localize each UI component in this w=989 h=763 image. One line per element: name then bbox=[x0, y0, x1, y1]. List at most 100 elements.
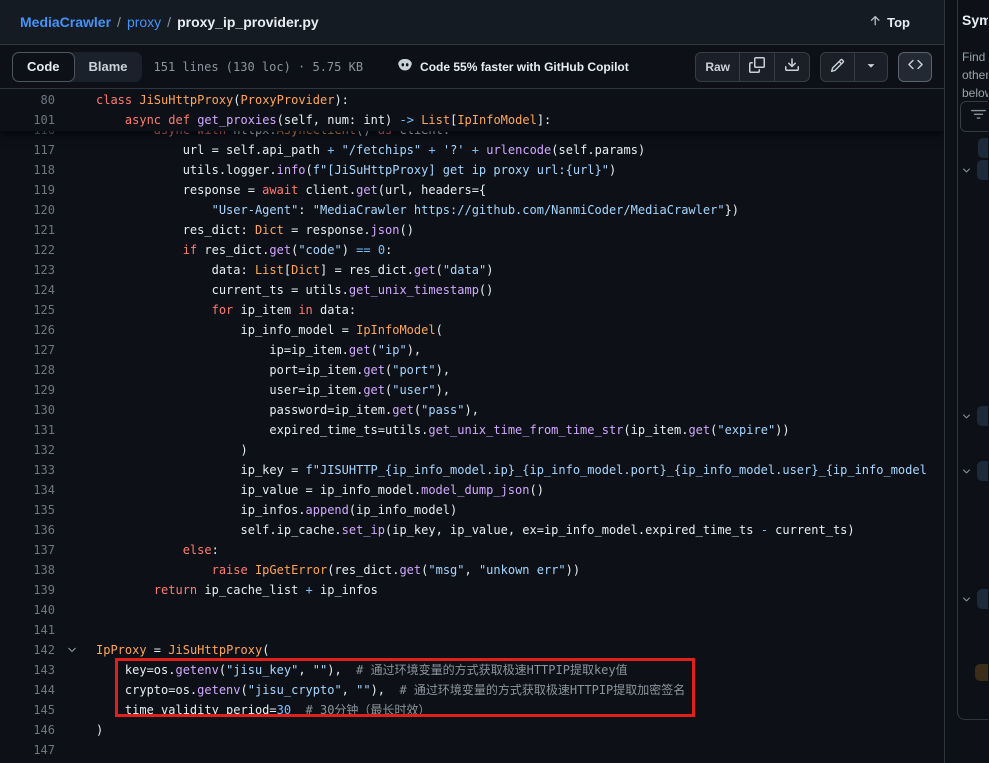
symbols-description-line: other symbols in this file by clicking a… bbox=[962, 66, 988, 84]
tab-code[interactable]: Code bbox=[12, 52, 75, 82]
line-number[interactable]: 80 bbox=[0, 90, 55, 110]
line-number[interactable]: 141 bbox=[0, 620, 55, 640]
symbols-description-line: Find definitions and references for func… bbox=[962, 48, 988, 66]
code-text: time_validity_period=30 # 30分钟（最长时效） bbox=[96, 700, 430, 720]
line-number[interactable]: 143 bbox=[0, 660, 55, 680]
code-text: res_dict: Dict = response.json() bbox=[96, 220, 414, 240]
download-icon bbox=[784, 57, 800, 76]
code-text: response = await client.get(url, headers… bbox=[96, 180, 486, 200]
breadcrumb: MediaCrawler / proxy / proxy_ip_provider… bbox=[20, 14, 319, 30]
sticky-scope-lines: 80class JiSuHttpProxy(ProxyProvider):101… bbox=[0, 89, 944, 131]
line-number[interactable]: 135 bbox=[0, 500, 55, 520]
code-line: 122 if res_dict.get("code") == 0: bbox=[0, 240, 944, 260]
code-text: current_ts = utils.get_unix_timestamp() bbox=[96, 280, 493, 300]
code-text: key=os.getenv("jisu_key", ""), # 通过环境变量的… bbox=[96, 660, 628, 680]
line-number[interactable]: 145 bbox=[0, 700, 55, 720]
breadcrumb-folder-link[interactable]: proxy bbox=[127, 14, 161, 30]
line-number[interactable]: 131 bbox=[0, 420, 55, 440]
code-line: 131 expired_time_ts=utils.get_unix_time_… bbox=[0, 420, 944, 440]
line-number[interactable]: 139 bbox=[0, 580, 55, 600]
gutter-spacer bbox=[55, 700, 96, 720]
copilot-banner[interactable]: Code 55% faster with GitHub Copilot bbox=[397, 57, 629, 76]
code-text: "User-Agent": "MediaCrawler https://gith… bbox=[96, 200, 739, 220]
code-text: utils.logger.info(f"[JiSuHttpProxy] get … bbox=[96, 160, 616, 180]
line-number[interactable]: 146 bbox=[0, 720, 55, 740]
line-number[interactable]: 124 bbox=[0, 280, 55, 300]
line-number[interactable]: 142 bbox=[0, 640, 55, 660]
pencil-icon bbox=[830, 58, 845, 76]
gutter-spacer bbox=[55, 720, 96, 740]
line-number[interactable]: 138 bbox=[0, 560, 55, 580]
arrow-up-icon bbox=[868, 14, 882, 31]
code-line: 118 utils.logger.info(f"[JiSuHttpProxy] … bbox=[0, 160, 944, 180]
line-number[interactable]: 122 bbox=[0, 240, 55, 260]
fold-chevron-icon[interactable] bbox=[55, 640, 96, 660]
code-text: if res_dict.get("code") == 0: bbox=[96, 240, 392, 260]
line-number[interactable]: 133 bbox=[0, 460, 55, 480]
chevron-down-icon bbox=[961, 594, 972, 605]
line-number[interactable]: 126 bbox=[0, 320, 55, 340]
line-number[interactable]: 117 bbox=[0, 140, 55, 160]
code-text: expired_time_ts=utils.get_unix_time_from… bbox=[96, 420, 790, 440]
line-number[interactable]: 119 bbox=[0, 180, 55, 200]
line-number[interactable]: 136 bbox=[0, 520, 55, 540]
symbols-filter-input[interactable] bbox=[960, 101, 988, 132]
line-number[interactable]: 129 bbox=[0, 380, 55, 400]
copy-icon bbox=[749, 57, 765, 76]
line-number[interactable]: 121 bbox=[0, 220, 55, 240]
gutter-spacer bbox=[55, 220, 96, 240]
line-number[interactable]: 134 bbox=[0, 480, 55, 500]
edit-button[interactable] bbox=[821, 53, 854, 81]
line-number[interactable]: 101 bbox=[0, 110, 55, 130]
line-number[interactable]: 123 bbox=[0, 260, 55, 280]
line-number[interactable]: 132 bbox=[0, 440, 55, 460]
line-number[interactable]: 144 bbox=[0, 680, 55, 700]
gutter-spacer bbox=[55, 140, 96, 160]
code-line: 138 raise IpGetError(res_dict.get("msg",… bbox=[0, 560, 944, 580]
symbol-tree-row[interactable] bbox=[961, 589, 988, 609]
gutter-spacer bbox=[55, 300, 96, 320]
line-number[interactable]: 147 bbox=[0, 740, 55, 760]
symbol-tree-row[interactable] bbox=[961, 406, 988, 426]
chevron-down-icon bbox=[961, 165, 972, 176]
code-line: 126 ip_info_model = IpInfoModel( bbox=[0, 320, 944, 340]
line-number[interactable]: 127 bbox=[0, 340, 55, 360]
copy-button[interactable] bbox=[739, 53, 774, 81]
code-line: 121 res_dict: Dict = response.json() bbox=[0, 220, 944, 240]
gutter-spacer bbox=[55, 180, 96, 200]
code-line: 134 ip_value = ip_info_model.model_dump_… bbox=[0, 480, 944, 500]
symbol-chip[interactable] bbox=[975, 664, 988, 681]
symbol-tree-row[interactable] bbox=[961, 461, 988, 481]
gutter-spacer bbox=[55, 280, 96, 300]
symbols-panel-toggle-button[interactable] bbox=[898, 52, 932, 82]
code-text: IpProxy = JiSuHttpProxy( bbox=[96, 640, 269, 660]
line-number[interactable]: 120 bbox=[0, 200, 55, 220]
download-button[interactable] bbox=[774, 53, 809, 81]
gutter-spacer bbox=[55, 520, 96, 540]
symbol-chip[interactable] bbox=[978, 138, 988, 158]
line-number[interactable]: 130 bbox=[0, 400, 55, 420]
line-number[interactable]: 118 bbox=[0, 160, 55, 180]
edit-group bbox=[820, 52, 888, 82]
line-number[interactable]: 125 bbox=[0, 300, 55, 320]
code-line: 117 url = self.api_path + "/fetchips" + … bbox=[0, 140, 944, 160]
raw-button[interactable]: Raw bbox=[696, 53, 739, 81]
scroll-to-top-button[interactable]: Top bbox=[868, 14, 910, 31]
line-number[interactable]: 140 bbox=[0, 600, 55, 620]
line-number[interactable]: 137 bbox=[0, 540, 55, 560]
code-line: 128 port=ip_item.get("port"), bbox=[0, 360, 944, 380]
tab-blame[interactable]: Blame bbox=[75, 52, 142, 82]
gutter-spacer bbox=[55, 480, 96, 500]
edit-dropdown-button[interactable] bbox=[854, 53, 887, 81]
symbol-tree-row[interactable] bbox=[961, 160, 988, 180]
filter-icon bbox=[971, 107, 986, 127]
symbols-heading: Symbols bbox=[962, 12, 988, 28]
code-line: 120 "User-Agent": "MediaCrawler https://… bbox=[0, 200, 944, 220]
gutter-spacer bbox=[55, 500, 96, 520]
gutter-spacer bbox=[55, 380, 96, 400]
code-text: ip_value = ip_info_model.model_dump_json… bbox=[96, 480, 544, 500]
line-number[interactable]: 128 bbox=[0, 360, 55, 380]
breadcrumb-repo-link[interactable]: MediaCrawler bbox=[20, 14, 111, 30]
breadcrumb-row: MediaCrawler / proxy / proxy_ip_provider… bbox=[0, 0, 944, 45]
code-lines: 116 async with httpx.AsyncClient() as cl… bbox=[0, 120, 944, 760]
